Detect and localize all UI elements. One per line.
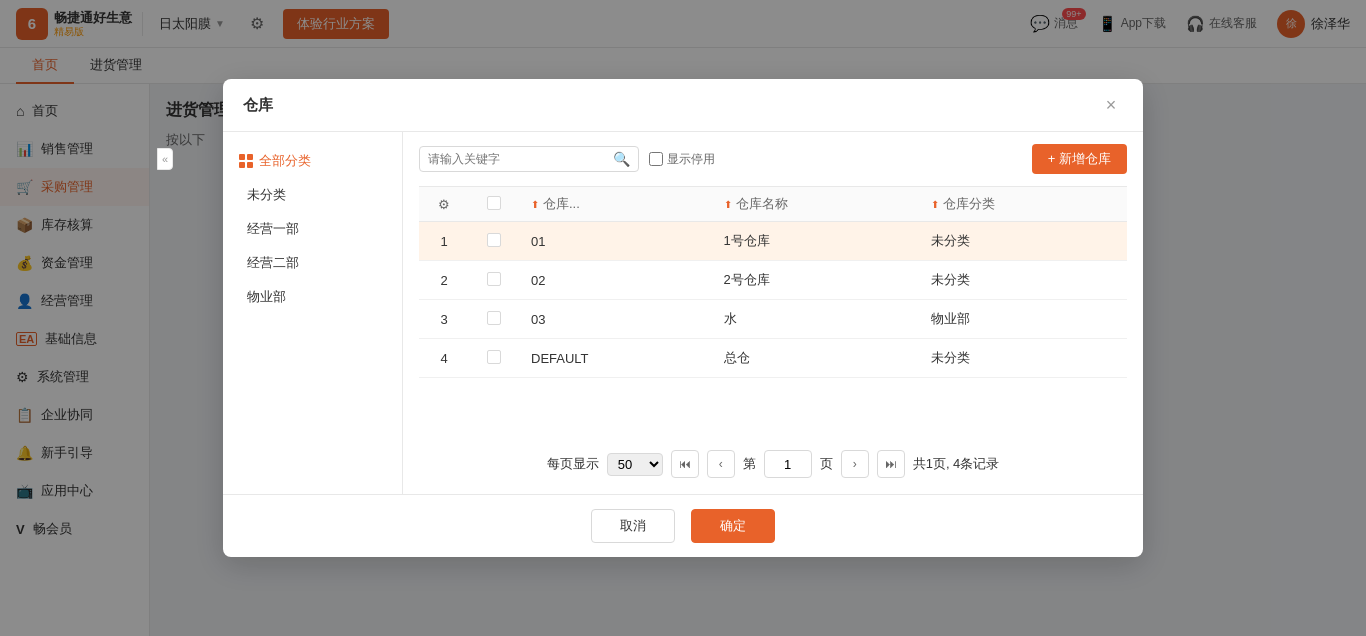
table-row[interactable]: 1 01 1号仓库 未分类 [419, 222, 1127, 261]
cat-item-property[interactable]: 物业部 [223, 280, 402, 314]
all-categories[interactable]: 全部分类 [223, 144, 402, 178]
search-input[interactable] [428, 152, 609, 166]
page-input[interactable] [764, 450, 812, 478]
row4-category: 未分类 [919, 339, 1127, 378]
row3-category: 物业部 [919, 300, 1127, 339]
modal-body: 全部分类 « 未分类 经营一部 经营二部 物业部 🔍 [223, 132, 1143, 494]
search-icon[interactable]: 🔍 [613, 151, 630, 167]
row2-category: 未分类 [919, 261, 1127, 300]
total-info: 共1页, 4条记录 [913, 455, 1000, 473]
row1-num: 1 [419, 222, 469, 261]
prev-page-btn[interactable]: ‹ [707, 450, 735, 478]
header-checkbox[interactable] [487, 196, 501, 210]
modal-overlay: 仓库 × 全部分类 « 未分类 经营一部 经营二部 [0, 0, 1366, 636]
page-unit: 页 [820, 455, 833, 473]
add-warehouse-button[interactable]: + 新增仓库 [1032, 144, 1127, 174]
table-area: 🔍 显示停用 + 新增仓库 ⚙ [403, 132, 1143, 494]
modal-close-icon[interactable]: × [1099, 93, 1123, 117]
col-name-header: ⬆ 仓库名称 [712, 187, 920, 222]
page-size-label: 每页显示 [547, 455, 599, 473]
sort-icon-name: ⬆ [724, 199, 732, 210]
page-size-select[interactable]: 50 100 200 [607, 453, 663, 476]
col-category-header: ⬆ 仓库分类 [919, 187, 1127, 222]
row4-check[interactable] [487, 350, 501, 364]
col-code-label: 仓库... [543, 195, 580, 213]
category-sidebar: 全部分类 « 未分类 经营一部 经营二部 物业部 [223, 132, 403, 494]
cancel-button[interactable]: 取消 [591, 509, 675, 543]
row2-num: 2 [419, 261, 469, 300]
show-disabled-label: 显示停用 [667, 151, 715, 168]
row4-code: DEFAULT [519, 339, 712, 378]
col-settings: ⚙ [419, 187, 469, 222]
row3-name: 水 [712, 300, 920, 339]
col-category-label: 仓库分类 [943, 195, 995, 213]
first-page-btn[interactable]: ⏮ [671, 450, 699, 478]
row2-name: 2号仓库 [712, 261, 920, 300]
row3-num: 3 [419, 300, 469, 339]
warehouse-table: ⚙ ⬆ 仓库... [419, 186, 1127, 378]
row2-checkbox[interactable] [469, 261, 519, 300]
table-row[interactable]: 2 02 2号仓库 未分类 [419, 261, 1127, 300]
sort-icon-code: ⬆ [531, 199, 539, 210]
row3-code: 03 [519, 300, 712, 339]
table-row[interactable]: 3 03 水 物业部 [419, 300, 1127, 339]
row1-checkbox[interactable] [469, 222, 519, 261]
next-page-btn[interactable]: › [841, 450, 869, 478]
row1-category: 未分类 [919, 222, 1127, 261]
row2-code: 02 [519, 261, 712, 300]
show-disabled-checkbox[interactable]: 显示停用 [649, 151, 715, 168]
search-box[interactable]: 🔍 [419, 146, 639, 172]
cat-item-uncategorized[interactable]: 未分类 [223, 178, 402, 212]
collapse-btn[interactable]: « [157, 148, 173, 170]
row4-num: 4 [419, 339, 469, 378]
pagination: 每页显示 50 100 200 ⏮ ‹ 第 页 › ⏭ 共1页, 4条记录 [419, 438, 1127, 482]
row1-check[interactable] [487, 233, 501, 247]
row2-check[interactable] [487, 272, 501, 286]
row4-checkbox[interactable] [469, 339, 519, 378]
col-checkbox [469, 187, 519, 222]
col-name-label: 仓库名称 [736, 195, 788, 213]
cat-item-ops1[interactable]: 经营一部 [223, 212, 402, 246]
col-code-header: ⬆ 仓库... [519, 187, 712, 222]
show-disabled-input[interactable] [649, 152, 663, 166]
row1-code: 01 [519, 222, 712, 261]
row1-name: 1号仓库 [712, 222, 920, 261]
table-row[interactable]: 4 DEFAULT 总仓 未分类 [419, 339, 1127, 378]
table-toolbar: 🔍 显示停用 + 新增仓库 [419, 144, 1127, 174]
confirm-button[interactable]: 确定 [691, 509, 775, 543]
page-label: 第 [743, 455, 756, 473]
last-page-btn[interactable]: ⏭ [877, 450, 905, 478]
all-categories-label: 全部分类 [259, 152, 311, 170]
warehouse-modal: 仓库 × 全部分类 « 未分类 经营一部 经营二部 [223, 79, 1143, 557]
row3-check[interactable] [487, 311, 501, 325]
row3-checkbox[interactable] [469, 300, 519, 339]
row4-name: 总仓 [712, 339, 920, 378]
sort-icon-cat: ⬆ [931, 199, 939, 210]
modal-footer: 取消 确定 [223, 494, 1143, 557]
cat-item-ops2[interactable]: 经营二部 [223, 246, 402, 280]
grid-icon [239, 154, 253, 168]
modal-title: 仓库 [243, 96, 273, 115]
modal-header: 仓库 × [223, 79, 1143, 132]
